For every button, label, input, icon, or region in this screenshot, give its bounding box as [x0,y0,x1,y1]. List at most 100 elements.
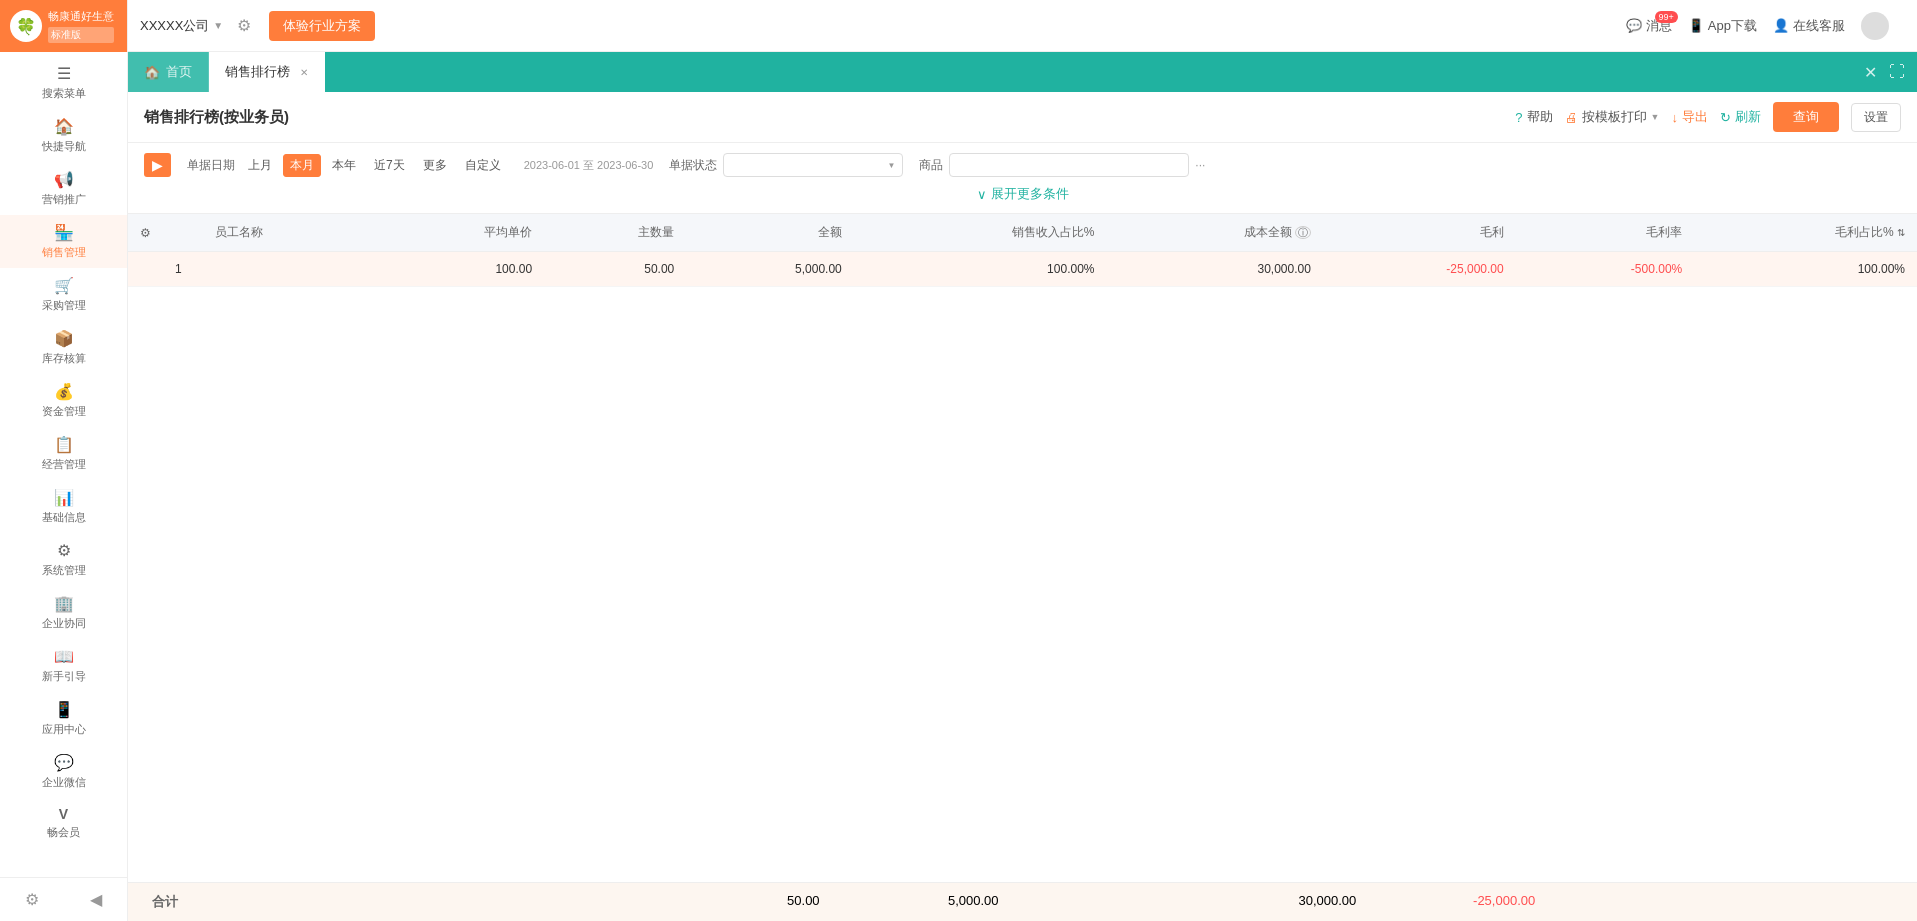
filter-arrow-icon[interactable]: ▶ [144,153,171,177]
col-rank [163,214,203,252]
messages-item[interactable]: 💬 消息 99+ [1626,17,1672,35]
date-filter: 单据日期 上月 本月 本年 近7天 更多 自定义 [187,154,508,177]
sidebar-item-quicknav[interactable]: 🏠 快捷导航 [0,109,127,162]
sidebar-item-appcenter[interactable]: 📱 应用中心 [0,692,127,745]
tab-bar: 🏠 首页 销售排行榜 ✕ ✕ ⛶ [128,52,1917,92]
marketing-icon: 📢 [54,170,74,189]
date-btn-7days[interactable]: 近7天 [367,154,412,177]
sidebar-item-wechat[interactable]: 💬 企业微信 [0,745,127,798]
tab-close-icon[interactable]: ✕ [300,67,308,78]
sidebar-label-appcenter: 应用中心 [42,722,86,737]
main-area: XXXXX公司 ▼ ⚙ 体验行业方案 💬 消息 99+ 📱 App下载 👤 在线… [128,0,1917,921]
sidebar-label-system: 系统管理 [42,563,86,578]
date-btn-custom[interactable]: 自定义 [458,154,508,177]
settings-button[interactable]: 设置 [1851,103,1901,132]
export-button[interactable]: ↓ 导出 [1672,108,1709,126]
date-btn-this-year[interactable]: 本年 [325,154,363,177]
operations-icon: 📋 [54,435,74,454]
sidebar-item-membership[interactable]: V 畅会员 [0,798,127,848]
expand-conditions-button[interactable]: ∨ 展开更多条件 [977,185,1069,203]
sidebar-label-inventory: 库存核算 [42,351,86,366]
header-settings-icon[interactable]: ⚙ [237,16,251,35]
sidebar-nav: ☰ 搜索菜单 🏠 快捷导航 📢 营销推广 🏪 销售管理 🛒 采购管理 📦 库存核… [0,52,127,877]
sidebar-label-quicknav: 快捷导航 [42,139,86,154]
online-service-item[interactable]: 👤 在线客服 [1773,17,1845,35]
sidebar-item-finance[interactable]: 💰 资金管理 [0,374,127,427]
sidebar-item-enterprise[interactable]: 🏢 企业协同 [0,586,127,639]
home-icon: 🏠 [54,117,74,136]
row-settings [128,252,163,287]
query-button[interactable]: 查询 [1773,102,1839,132]
company-selector[interactable]: XXXXX公司 ▼ [140,17,223,35]
goods-more-icon[interactable]: ··· [1195,158,1205,172]
sidebar-item-guide[interactable]: 📖 新手引导 [0,639,127,692]
message-icon: 💬 [1626,18,1642,33]
page-title: 销售排行榜(按业务员) [144,108,1515,127]
sidebar-label-membership: 畅会员 [47,825,80,840]
data-table: ⚙ 员工名称 平均单价 主数量 全额 销售收入占比% 成本全额 ⓘ 毛利 毛利率… [128,214,1917,287]
row-name [203,252,374,287]
service-icon: 👤 [1773,18,1789,33]
sidebar-item-purchase[interactable]: 🛒 采购管理 [0,268,127,321]
sidebar-item-inventory[interactable]: 📦 库存核算 [0,321,127,374]
refresh-button[interactable]: ↻ 刷新 [1720,108,1761,126]
sidebar-item-operations[interactable]: 📋 经营管理 [0,427,127,480]
sidebar-item-system[interactable]: ⚙ 系统管理 [0,533,127,586]
status-label: 单据状态 [669,157,717,174]
guide-icon: 📖 [54,647,74,666]
bottom-collapse-icon[interactable]: ◀ [82,886,110,913]
date-btn-this-month[interactable]: 本月 [283,154,321,177]
sidebar-item-search[interactable]: ☰ 搜索菜单 [0,56,127,109]
sidebar-item-marketing[interactable]: 📢 营销推广 [0,162,127,215]
bottom-settings-icon[interactable]: ⚙ [17,886,47,913]
col-sales-pct: 销售收入占比% [854,214,1107,252]
page-header: 销售排行榜(按业务员) ? 帮助 🖨 按模板打印 ▼ ↓ 导出 [128,92,1917,143]
row-gross-rate: -500.00% [1516,252,1695,287]
date-btn-last-month[interactable]: 上月 [241,154,279,177]
goods-filter: 商品 ··· [919,153,1205,177]
print-dropdown-icon: ▼ [1651,112,1660,122]
goods-input[interactable] [949,153,1189,177]
logo-title: 畅康通好生意 [48,9,114,24]
refresh-label: 刷新 [1735,108,1761,126]
col-name: 员工名称 [203,214,374,252]
status-select[interactable] [723,153,903,177]
top-header: XXXXX公司 ▼ ⚙ 体验行业方案 💬 消息 99+ 📱 App下载 👤 在线… [128,0,1917,52]
date-label: 单据日期 [187,157,235,174]
user-avatar[interactable] [1861,12,1889,40]
tab-sales-ranking[interactable]: 销售排行榜 ✕ [209,52,325,92]
sidebar-item-basicinfo[interactable]: 📊 基础信息 [0,480,127,533]
col-gross-rate: 毛利率 [1516,214,1695,252]
home-tab-icon: 🏠 [144,65,160,80]
tab-restore-icon[interactable]: ⛶ [1889,63,1905,81]
template-print-button[interactable]: 🖨 按模板打印 ▼ [1565,108,1660,126]
cost-info-icon[interactable]: ⓘ [1295,226,1311,239]
sidebar-label-finance: 资金管理 [42,404,86,419]
tab-home[interactable]: 🏠 首页 [128,52,209,92]
page-actions: ? 帮助 🖨 按模板打印 ▼ ↓ 导出 ↻ 刷新 [1515,102,1901,132]
logo-icon: 🍀 [10,10,42,42]
expand-label: 展开更多条件 [991,185,1069,203]
help-button[interactable]: ? 帮助 [1515,108,1552,126]
col-gross: 毛利 [1323,214,1516,252]
tab-close-window-icon[interactable]: ✕ [1864,63,1877,82]
sidebar-item-sales[interactable]: 🏪 销售管理 [0,215,127,268]
gross-pct-sort-icon[interactable]: ⇅ [1897,227,1905,238]
membership-icon: V [59,806,68,822]
sales-icon: 🏪 [54,223,74,242]
date-shortcuts: 上月 本月 本年 近7天 更多 自定义 [241,154,508,177]
row-gross-pct: 100.00% [1694,252,1917,287]
sidebar-label-guide: 新手引导 [42,669,86,684]
enterprise-icon: 🏢 [54,594,74,613]
home-tab-label: 首页 [166,63,192,81]
date-btn-more[interactable]: 更多 [416,154,454,177]
col-settings[interactable]: ⚙ [128,214,163,252]
sidebar-label-search: 搜索菜单 [42,86,86,101]
sidebar-label-basicinfo: 基础信息 [42,510,86,525]
inner-content: 销售排行榜(按业务员) ? 帮助 🖨 按模板打印 ▼ ↓ 导出 [128,92,1917,921]
trial-button[interactable]: 体验行业方案 [269,11,375,41]
sidebar-label-purchase: 采购管理 [42,298,86,313]
app-download-item[interactable]: 📱 App下载 [1688,17,1757,35]
footer-gross-pct [1726,893,1905,911]
sidebar-bottom: ⚙ ◀ [0,877,127,921]
